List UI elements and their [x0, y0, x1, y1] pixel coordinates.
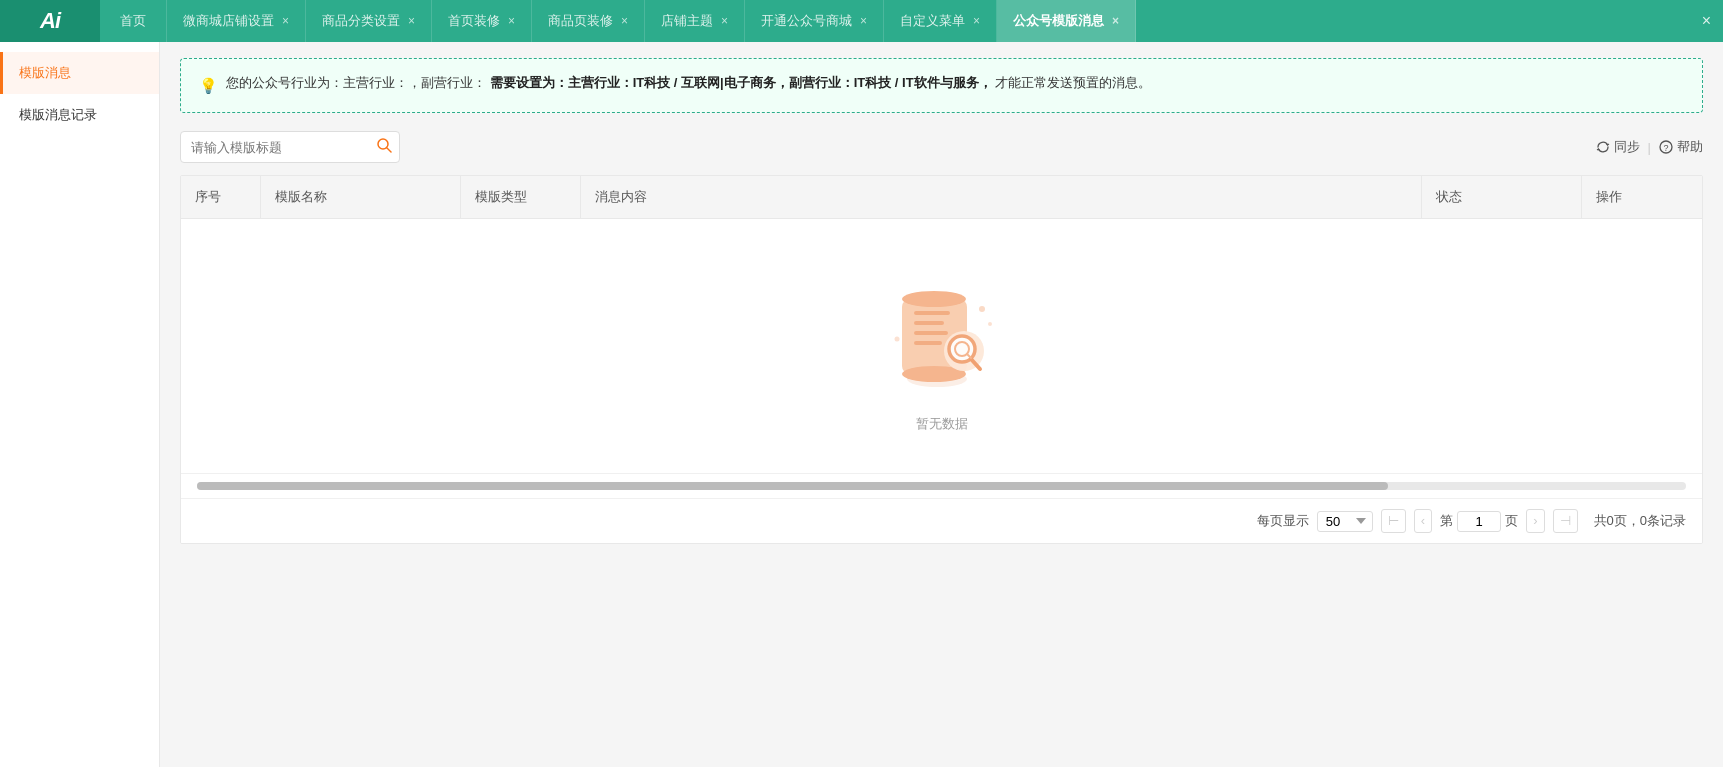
close-tab-shop-theme[interactable]: ×	[721, 14, 728, 28]
empty-text: 暂无数据	[916, 415, 968, 433]
tab-bar: 首页 微商城店铺设置 × 商品分类设置 × 首页装修 × 商品页装修 × 店铺主…	[0, 0, 1723, 42]
svg-rect-11	[914, 341, 942, 345]
col-index: 序号	[181, 176, 261, 218]
tab-bar-end: ×	[1702, 0, 1723, 42]
search-input[interactable]	[180, 131, 400, 163]
close-tab-product-decor[interactable]: ×	[621, 14, 628, 28]
svg-point-6	[902, 291, 966, 307]
content-area: 💡 您的公众号行业为：主营行业：，副营行业： 需要设置为：主营行业：IT科技 /…	[160, 42, 1723, 767]
horizontal-scrollbar[interactable]	[197, 482, 1686, 490]
table-header: 序号 模版名称 模版类型 消息内容 状态 操作	[181, 176, 1702, 219]
page-unit: 页	[1505, 512, 1518, 530]
page-size-label: 每页显示	[1257, 512, 1309, 530]
svg-point-17	[979, 306, 985, 312]
tab-category-settings[interactable]: 商品分类设置 ×	[306, 0, 432, 42]
empty-state: 暂无数据	[181, 219, 1702, 473]
help-icon: ?	[1659, 140, 1673, 154]
col-name: 模版名称	[261, 176, 461, 218]
scroll-track-wrapper	[181, 473, 1702, 498]
tab-product-decor[interactable]: 商品页装修 ×	[532, 0, 645, 42]
next-page-button[interactable]: ›	[1526, 509, 1544, 533]
empty-state-icon	[882, 279, 1002, 399]
svg-point-19	[894, 337, 899, 342]
search-input-wrapper	[180, 131, 400, 163]
col-type: 模版类型	[461, 176, 581, 218]
close-all-tabs-button[interactable]: ×	[1702, 12, 1711, 30]
search-button[interactable]	[377, 138, 392, 156]
page-size-select[interactable]: 50 10 20 100	[1317, 511, 1373, 532]
notice-icon: 💡	[199, 74, 218, 98]
data-table: 序号 模版名称 模版类型 消息内容 状态 操作	[180, 175, 1703, 544]
sidebar: 模版消息 模版消息记录	[0, 42, 160, 767]
col-status: 状态	[1422, 176, 1582, 218]
close-tab-template-msg[interactable]: ×	[1112, 14, 1119, 28]
notice-box: 💡 您的公众号行业为：主营行业：，副营行业： 需要设置为：主营行业：IT科技 /…	[180, 58, 1703, 113]
page-number-input[interactable]	[1457, 511, 1501, 532]
close-tab-open-mall[interactable]: ×	[860, 14, 867, 28]
search-icon	[377, 138, 392, 153]
close-tab-home-decor[interactable]: ×	[508, 14, 515, 28]
close-tab-custom-menu[interactable]: ×	[973, 14, 980, 28]
toolbar-right: 同步 | ? 帮助	[1596, 138, 1703, 156]
tab-template-msg[interactable]: 公众号模版消息 ×	[997, 0, 1136, 42]
tab-weshop-settings[interactable]: 微商城店铺设置 ×	[167, 0, 306, 42]
tab-home-decor[interactable]: 首页装修 ×	[432, 0, 532, 42]
prev-page-button[interactable]: ‹	[1414, 509, 1432, 533]
svg-rect-10	[914, 331, 948, 335]
notice-text: 您的公众号行业为：主营行业：，副营行业： 需要设置为：主营行业：IT科技 / 互…	[226, 73, 1151, 94]
svg-rect-8	[914, 311, 950, 315]
help-button[interactable]: ? 帮助	[1659, 138, 1703, 156]
col-action: 操作	[1582, 176, 1702, 218]
close-tab-category-settings[interactable]: ×	[408, 14, 415, 28]
first-page-button[interactable]: ⊢	[1381, 509, 1406, 533]
svg-line-1	[387, 148, 391, 152]
search-bar: 同步 | ? 帮助	[180, 131, 1703, 163]
scroll-thumb	[197, 482, 1388, 490]
col-content: 消息内容	[581, 176, 1422, 218]
main-layout: 模版消息 模版消息记录 💡 您的公众号行业为：主营行业：，副营行业： 需要设置为…	[0, 42, 1723, 767]
close-tab-weshop-settings[interactable]: ×	[282, 14, 289, 28]
sidebar-item-template-msg[interactable]: 模版消息	[0, 52, 159, 94]
tab-custom-menu[interactable]: 自定义菜单 ×	[884, 0, 997, 42]
pagination: 每页显示 50 10 20 100 ⊢ ‹ 第 页 › ⊣ 共0页，0条记录	[181, 498, 1702, 543]
sync-button[interactable]: 同步	[1596, 138, 1640, 156]
tab-shop-theme[interactable]: 店铺主题 ×	[645, 0, 745, 42]
svg-rect-9	[914, 321, 944, 325]
total-info: 共0页，0条记录	[1594, 512, 1686, 530]
tab-open-mall[interactable]: 开通公众号商城 ×	[745, 0, 884, 42]
tab-home[interactable]: 首页	[100, 0, 167, 42]
sidebar-item-template-records[interactable]: 模版消息记录	[0, 94, 159, 136]
page-input-wrapper: 第 页	[1440, 511, 1518, 532]
svg-point-18	[988, 322, 992, 326]
sync-icon	[1596, 140, 1610, 154]
last-page-button[interactable]: ⊣	[1553, 509, 1578, 533]
svg-text:?: ?	[1663, 143, 1668, 153]
page-label: 第	[1440, 512, 1453, 530]
logo: Ai	[0, 0, 100, 42]
toolbar-divider: |	[1648, 140, 1651, 155]
